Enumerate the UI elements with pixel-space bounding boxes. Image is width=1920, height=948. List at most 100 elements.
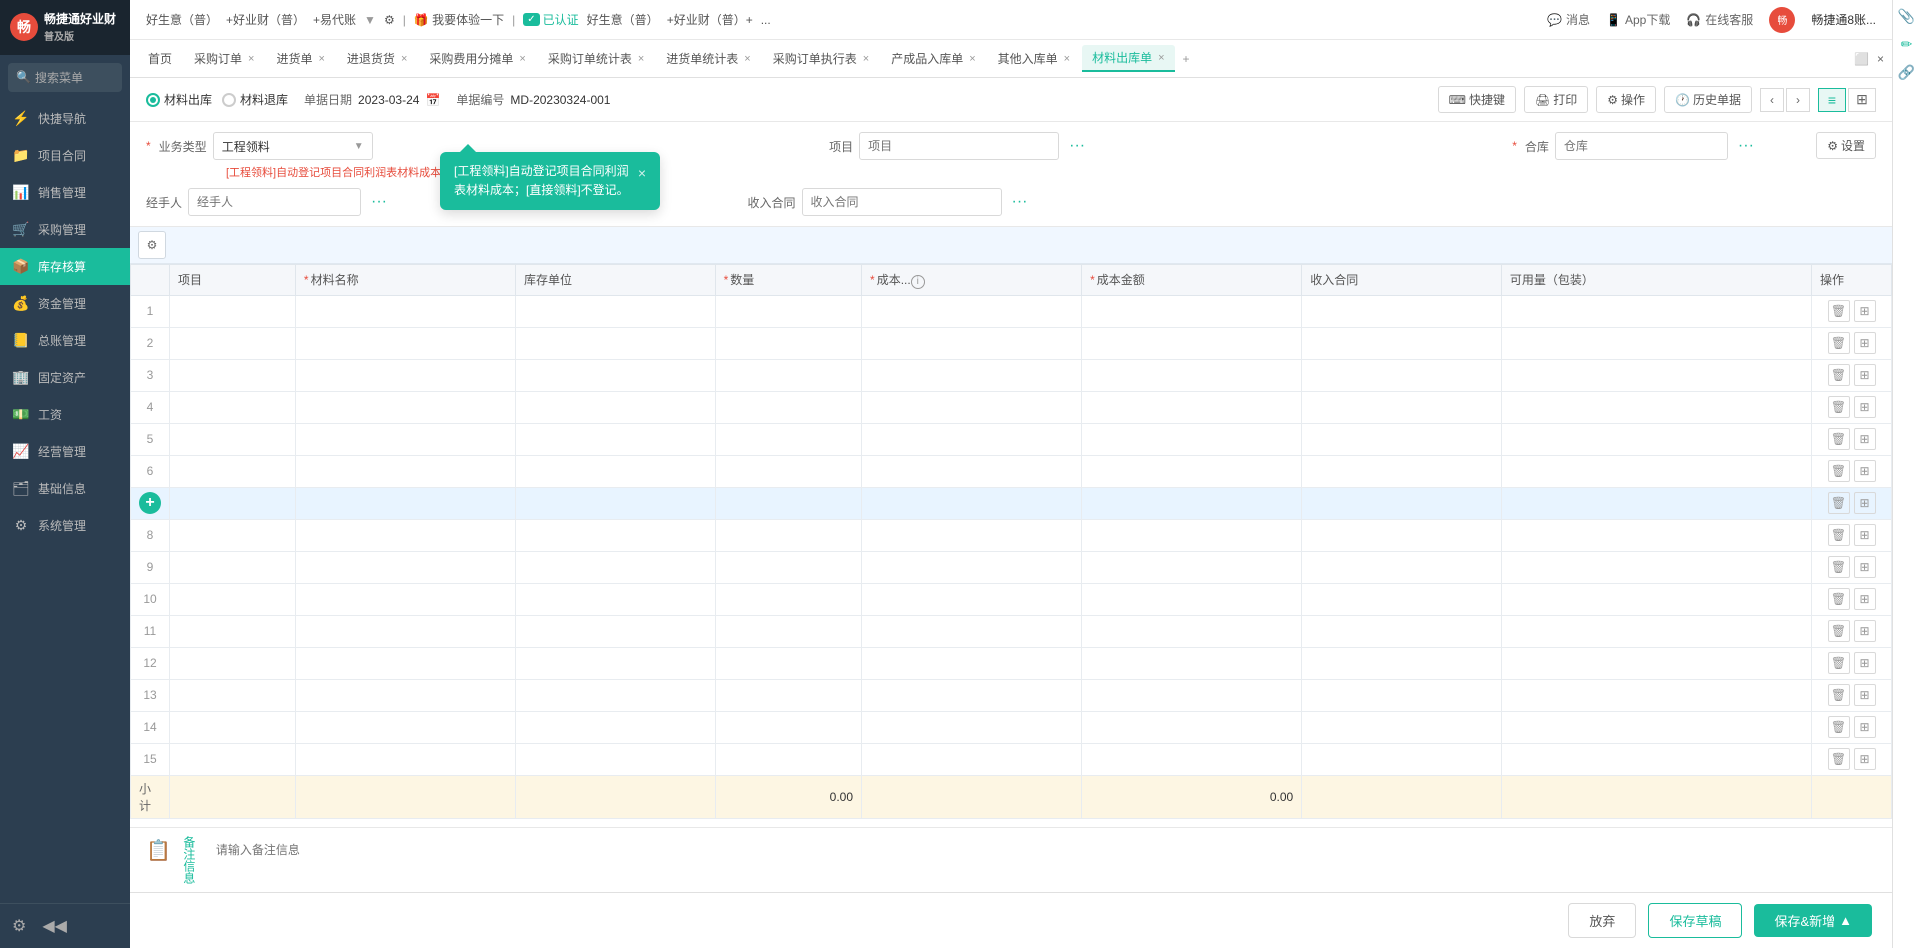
next-doc-btn[interactable]: › xyxy=(1786,88,1810,112)
tab-purchase-order[interactable]: 采购订单 × xyxy=(184,46,264,71)
message-btn[interactable]: 💬 消息 xyxy=(1547,11,1590,28)
project-input[interactable] xyxy=(859,132,1059,160)
app-download-btn[interactable]: 📱 App下载 xyxy=(1606,11,1670,28)
certified-badge[interactable]: ✓ 已认证 xyxy=(523,11,578,28)
row-6-delete-btn[interactable]: 🗑 xyxy=(1828,460,1850,482)
handler-dots-btn[interactable]: ··· xyxy=(367,193,391,211)
right-link-icon[interactable]: 🔗 xyxy=(1895,60,1919,84)
collapse-icon[interactable]: ◀◀ xyxy=(38,912,71,940)
row-11-copy-btn[interactable]: ⊞ xyxy=(1854,620,1876,642)
prev-doc-btn[interactable]: ‹ xyxy=(1760,88,1784,112)
save-draft-btn[interactable]: 保存草稿 xyxy=(1648,903,1742,938)
operation-btn[interactable]: ⚙ 操作 xyxy=(1596,86,1656,113)
header-link-haoyecai[interactable]: +好业财（普） xyxy=(226,11,305,28)
row-13-delete-btn[interactable]: 🗑 xyxy=(1828,684,1850,706)
row-13-copy-btn[interactable]: ⊞ xyxy=(1854,684,1876,706)
sidebar-item-operations[interactable]: 📈 经营管理 xyxy=(0,433,130,470)
row-5-copy-btn[interactable]: ⊞ xyxy=(1854,428,1876,450)
row-1-project[interactable] xyxy=(170,295,296,327)
doc-settings-btn[interactable]: ⚙ 设置 xyxy=(1816,132,1876,159)
tab-maximize-btn[interactable]: ⬜ xyxy=(1854,52,1869,66)
row-3-copy-btn[interactable]: ⊞ xyxy=(1854,364,1876,386)
row-12-copy-btn[interactable]: ⊞ xyxy=(1854,652,1876,674)
row-11-delete-btn[interactable]: 🗑 xyxy=(1828,620,1850,642)
tab-close-purchase-order[interactable]: × xyxy=(248,53,254,65)
row-1-cost-amount[interactable] xyxy=(1082,295,1302,327)
row-5-delete-btn[interactable]: 🗑 xyxy=(1828,428,1850,450)
table-settings-btn[interactable]: ⚙ xyxy=(138,231,166,259)
row-1-cost[interactable] xyxy=(862,295,1082,327)
warehouse-dots-btn[interactable]: ··· xyxy=(1734,137,1758,155)
radio-material-issue[interactable]: 材料出库 xyxy=(146,91,212,108)
row-4-delete-btn[interactable]: 🗑 xyxy=(1828,396,1850,418)
settings-icon[interactable]: ⚙ xyxy=(384,13,395,27)
sidebar-item-shortcut[interactable]: ⚡ 快捷导航 xyxy=(0,100,130,137)
tab-purchase-stats[interactable]: 采购订单统计表 × xyxy=(538,46,654,71)
row-1-material[interactable] xyxy=(295,295,515,327)
notes-input[interactable] xyxy=(212,836,1876,864)
header-link-haoshengyi[interactable]: 好生意（普） xyxy=(146,11,218,28)
search-menu-button[interactable]: 🔍 搜索菜单 xyxy=(8,63,122,92)
row-12-delete-btn[interactable]: 🗑 xyxy=(1828,652,1850,674)
online-service-btn[interactable]: 🎧 在线客服 xyxy=(1686,11,1753,28)
row-1-copy-btn[interactable]: ⊞ xyxy=(1854,300,1876,322)
right-link-1[interactable]: 好生意（普） xyxy=(587,11,659,28)
business-type-select[interactable]: 工程领料 ▼ xyxy=(213,132,373,160)
radio-material-return[interactable]: 材料退库 xyxy=(222,91,288,108)
more-link[interactable]: ... xyxy=(761,13,771,27)
row-1-income-contract[interactable] xyxy=(1302,295,1502,327)
row-9-copy-btn[interactable]: ⊞ xyxy=(1854,556,1876,578)
tab-close-goods-stats[interactable]: × xyxy=(744,53,750,65)
tab-purchase-exec[interactable]: 采购订单执行表 × xyxy=(763,46,879,71)
cost-info-icon[interactable]: i xyxy=(911,275,925,289)
row-3-delete-btn[interactable]: 🗑 xyxy=(1828,364,1850,386)
list-view-btn[interactable]: ≡ xyxy=(1818,88,1846,112)
sidebar-item-purchase[interactable]: 🛒 采购管理 xyxy=(0,211,130,248)
project-dots-btn[interactable]: ··· xyxy=(1065,137,1089,155)
tab-material-issue[interactable]: 材料出库单 × xyxy=(1082,45,1174,72)
tab-home[interactable]: 首页 xyxy=(138,46,182,71)
row-15-delete-btn[interactable]: 🗑 xyxy=(1828,748,1850,770)
tab-close-finished-goods[interactable]: × xyxy=(969,53,975,65)
calendar-icon[interactable]: 📅 xyxy=(425,93,440,107)
sidebar-item-finance[interactable]: 💰 资金管理 xyxy=(0,285,130,322)
header-dropdown-arrow[interactable]: ▼ xyxy=(364,13,376,27)
right-edit-icon[interactable]: ✏ xyxy=(1895,32,1919,56)
row-1-qty[interactable] xyxy=(715,295,861,327)
quick-key-btn[interactable]: ⌨ 快捷键 xyxy=(1438,86,1516,113)
user-avatar[interactable]: 畅 xyxy=(1769,7,1795,33)
row-4-copy-btn[interactable]: ⊞ xyxy=(1854,396,1876,418)
tab-finished-goods[interactable]: 产成品入库单 × xyxy=(881,46,985,71)
sidebar-item-sales[interactable]: 📊 销售管理 xyxy=(0,174,130,211)
tab-goods-return[interactable]: 进退货货 × xyxy=(337,46,417,71)
tab-goods-stats[interactable]: 进货单统计表 × xyxy=(656,46,760,71)
add-row-btn[interactable]: + xyxy=(139,492,161,514)
row-2-delete-btn[interactable]: 🗑 xyxy=(1828,332,1850,354)
abandon-btn[interactable]: 放弃 xyxy=(1568,903,1636,938)
sidebar-item-salary[interactable]: 💵 工资 xyxy=(0,396,130,433)
tab-close-goods-return[interactable]: × xyxy=(401,53,407,65)
income-contract-input[interactable] xyxy=(802,188,1002,216)
sidebar-item-assets[interactable]: 🏢 固定资产 xyxy=(0,359,130,396)
income-contract-dots-btn[interactable]: ··· xyxy=(1008,193,1032,211)
row-8-delete-btn[interactable]: 🗑 xyxy=(1828,524,1850,546)
row-8-copy-btn[interactable]: ⊞ xyxy=(1854,524,1876,546)
tab-close-purchase-expense[interactable]: × xyxy=(519,53,525,65)
sidebar-item-system[interactable]: ⚙ 系统管理 xyxy=(0,507,130,544)
save-new-btn[interactable]: 保存&新增 ▲ xyxy=(1754,904,1872,937)
sidebar-item-ledger[interactable]: 📒 总账管理 xyxy=(0,322,130,359)
row-14-delete-btn[interactable]: 🗑 xyxy=(1828,716,1850,738)
username[interactable]: 畅捷通8账... xyxy=(1811,11,1876,28)
table-wrapper[interactable]: 项目 *材料名称 库存单位 *数量 *成本...i *成本金额 收入合同 可用量… xyxy=(130,264,1892,827)
tab-close-btn[interactable]: × xyxy=(1877,52,1884,66)
right-paperclip-icon[interactable]: 📎 xyxy=(1895,4,1919,28)
row-1-available[interactable] xyxy=(1501,295,1811,327)
row-9-delete-btn[interactable]: 🗑 xyxy=(1828,556,1850,578)
row-1-delete-btn[interactable]: 🗑 xyxy=(1828,300,1850,322)
row-6-copy-btn[interactable]: ⊞ xyxy=(1854,460,1876,482)
tab-close-other-receipt[interactable]: × xyxy=(1064,53,1070,65)
print-btn[interactable]: 🖨 打印 xyxy=(1524,86,1588,113)
tab-close-purchase-stats[interactable]: × xyxy=(638,53,644,65)
row-10-copy-btn[interactable]: ⊞ xyxy=(1854,588,1876,610)
row-2-copy-btn[interactable]: ⊞ xyxy=(1854,332,1876,354)
